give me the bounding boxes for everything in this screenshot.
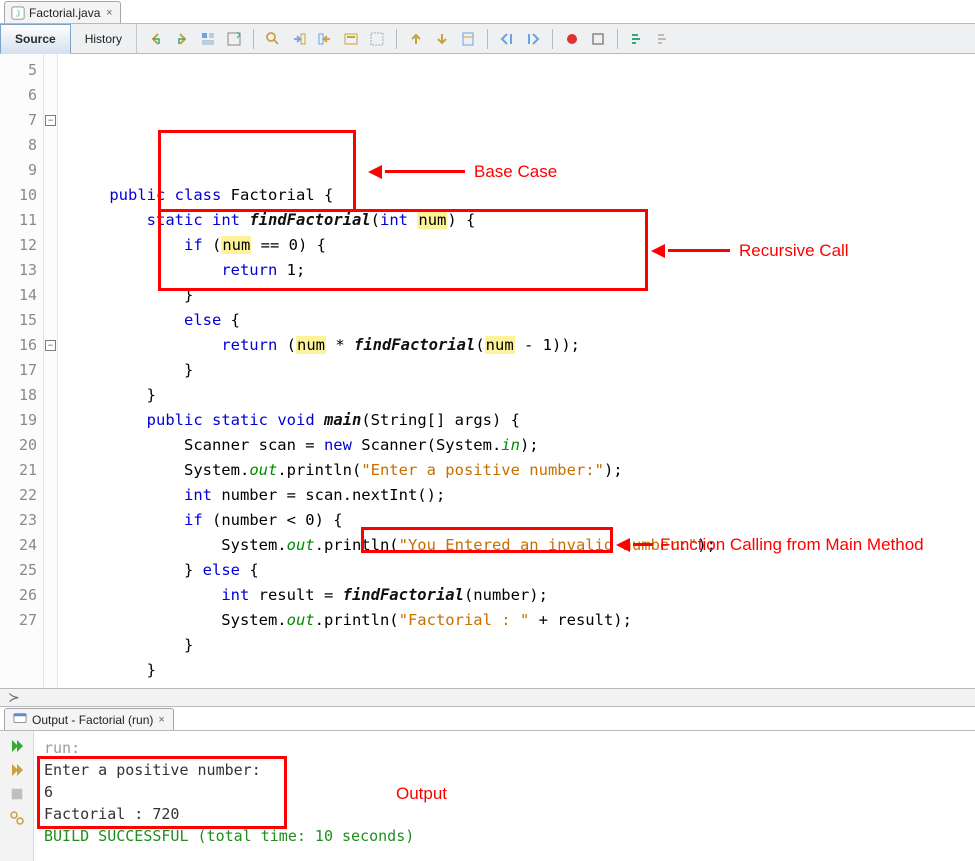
annotation-output: Output <box>302 783 447 805</box>
annotation-base-case: Base Case <box>368 159 557 184</box>
code-line[interactable]: System.out.println("Enter a positive num… <box>72 458 975 483</box>
file-tab-bar: J Factorial.java × <box>0 0 975 24</box>
select-icon[interactable] <box>366 28 388 50</box>
code-line[interactable]: if (number < 0) { <box>72 508 975 533</box>
bookmark-icon[interactable] <box>457 28 479 50</box>
comment-icon[interactable] <box>626 28 648 50</box>
line-number: 23 <box>0 508 37 533</box>
output-run-line: run: <box>44 739 80 757</box>
code-editor[interactable]: 5678910111213141516171819202122232425262… <box>0 54 975 689</box>
line-number: 25 <box>0 558 37 583</box>
record-icon[interactable] <box>561 28 583 50</box>
line-number: 27 <box>0 608 37 633</box>
stop-icon[interactable] <box>587 28 609 50</box>
tab-source[interactable]: Source <box>0 24 71 54</box>
code-line[interactable]: public static void main(String[] args) { <box>72 408 975 433</box>
tool-x-icon[interactable] <box>223 28 245 50</box>
line-number: 15 <box>0 308 37 333</box>
fold-toggle-icon[interactable]: − <box>45 115 56 126</box>
shift-left-icon[interactable] <box>496 28 518 50</box>
close-icon[interactable]: × <box>104 8 114 18</box>
prev-icon[interactable] <box>288 28 310 50</box>
line-number: 20 <box>0 433 37 458</box>
highlight-icon[interactable] <box>340 28 362 50</box>
line-number: 18 <box>0 383 37 408</box>
line-number: 12 <box>0 233 37 258</box>
output-result-line: Factorial : 720 <box>44 805 179 823</box>
annotation-fncall: Function Calling from Main Method <box>616 532 924 557</box>
line-number: 16 <box>0 333 37 358</box>
find-icon[interactable] <box>262 28 284 50</box>
tab-history[interactable]: History <box>71 24 137 54</box>
rerun-icon[interactable] <box>8 737 26 755</box>
code-line[interactable]: public class Factorial { <box>72 183 975 208</box>
output-input-line: 6 <box>44 783 53 801</box>
rerun-alt-icon[interactable] <box>8 761 26 779</box>
output-build-line: BUILD SUCCESSFUL (total time: 10 seconds… <box>44 827 414 845</box>
code-line[interactable]: } <box>72 383 975 408</box>
editor-toolbar: Source History <box>0 24 975 54</box>
output-tab-icon <box>13 711 27 728</box>
line-number: 26 <box>0 583 37 608</box>
code-line[interactable]: } <box>72 358 975 383</box>
output-panel: run: Enter a positive number: 6 Factoria… <box>0 731 975 861</box>
line-number: 10 <box>0 183 37 208</box>
svg-text:J: J <box>16 9 21 18</box>
uncomment-icon[interactable] <box>652 28 674 50</box>
settings-output-icon[interactable] <box>8 809 26 827</box>
nav-fwd-icon[interactable] <box>171 28 193 50</box>
shift-right-icon[interactable] <box>522 28 544 50</box>
code-line[interactable]: int result = findFactorial(number); <box>72 583 975 608</box>
code-line[interactable]: int number = scan.nextInt(); <box>72 483 975 508</box>
file-tab-factorial[interactable]: J Factorial.java × <box>4 1 121 23</box>
line-number: 14 <box>0 283 37 308</box>
output-tab-label: Output - Factorial (run) <box>32 713 153 727</box>
fold-toggle-icon[interactable]: − <box>45 340 56 351</box>
reformat-icon[interactable] <box>197 28 219 50</box>
line-number: 21 <box>0 458 37 483</box>
annotation-recursive: Recursive Call <box>651 238 849 263</box>
code-line[interactable]: else { <box>72 308 975 333</box>
output-text[interactable]: run: Enter a positive number: 6 Factoria… <box>34 731 975 861</box>
code-line[interactable]: static int findFactorial(int num) { <box>72 208 975 233</box>
nav-back-icon[interactable] <box>145 28 167 50</box>
code-line[interactable]: } <box>72 658 975 683</box>
stop-output-icon[interactable] <box>8 785 26 803</box>
tab-source-label: Source <box>15 32 56 46</box>
line-number: 19 <box>0 408 37 433</box>
line-number: 9 <box>0 158 37 183</box>
output-side-toolbar <box>0 731 34 861</box>
line-number: 24 <box>0 533 37 558</box>
code-line[interactable]: System.out.println("Factorial : " + resu… <box>72 608 975 633</box>
line-number: 11 <box>0 208 37 233</box>
tab-history-label: History <box>85 32 122 46</box>
line-number: 13 <box>0 258 37 283</box>
breadcrumb-bar[interactable]: ≻ <box>0 689 975 707</box>
chevron-icon: ≻ <box>8 689 20 706</box>
output-tab[interactable]: Output - Factorial (run) × <box>4 708 174 730</box>
code-line[interactable]: Scanner scan = new Scanner(System.in); <box>72 433 975 458</box>
line-number: 6 <box>0 83 37 108</box>
output-prompt-line: Enter a positive number: <box>44 761 261 779</box>
code-line[interactable]: } <box>72 283 975 308</box>
line-number: 8 <box>0 133 37 158</box>
line-number: 17 <box>0 358 37 383</box>
line-number: 7 <box>0 108 37 133</box>
next-icon[interactable] <box>314 28 336 50</box>
up-arrow-icon[interactable] <box>405 28 427 50</box>
java-file-icon: J <box>11 6 25 20</box>
output-tab-bar: Output - Factorial (run) × <box>0 707 975 731</box>
code-area[interactable]: public class Factorial { static int find… <box>58 54 975 688</box>
file-tab-label: Factorial.java <box>29 6 100 20</box>
code-line[interactable]: return (num * findFactorial(num - 1)); <box>72 333 975 358</box>
code-line[interactable]: } else { <box>72 558 975 583</box>
close-icon[interactable]: × <box>158 714 164 726</box>
line-number: 22 <box>0 483 37 508</box>
fold-column: −− <box>44 54 58 688</box>
down-arrow-icon[interactable] <box>431 28 453 50</box>
code-line[interactable]: } <box>72 633 975 658</box>
line-number-gutter: 5678910111213141516171819202122232425262… <box>0 54 44 688</box>
line-number: 5 <box>0 58 37 83</box>
